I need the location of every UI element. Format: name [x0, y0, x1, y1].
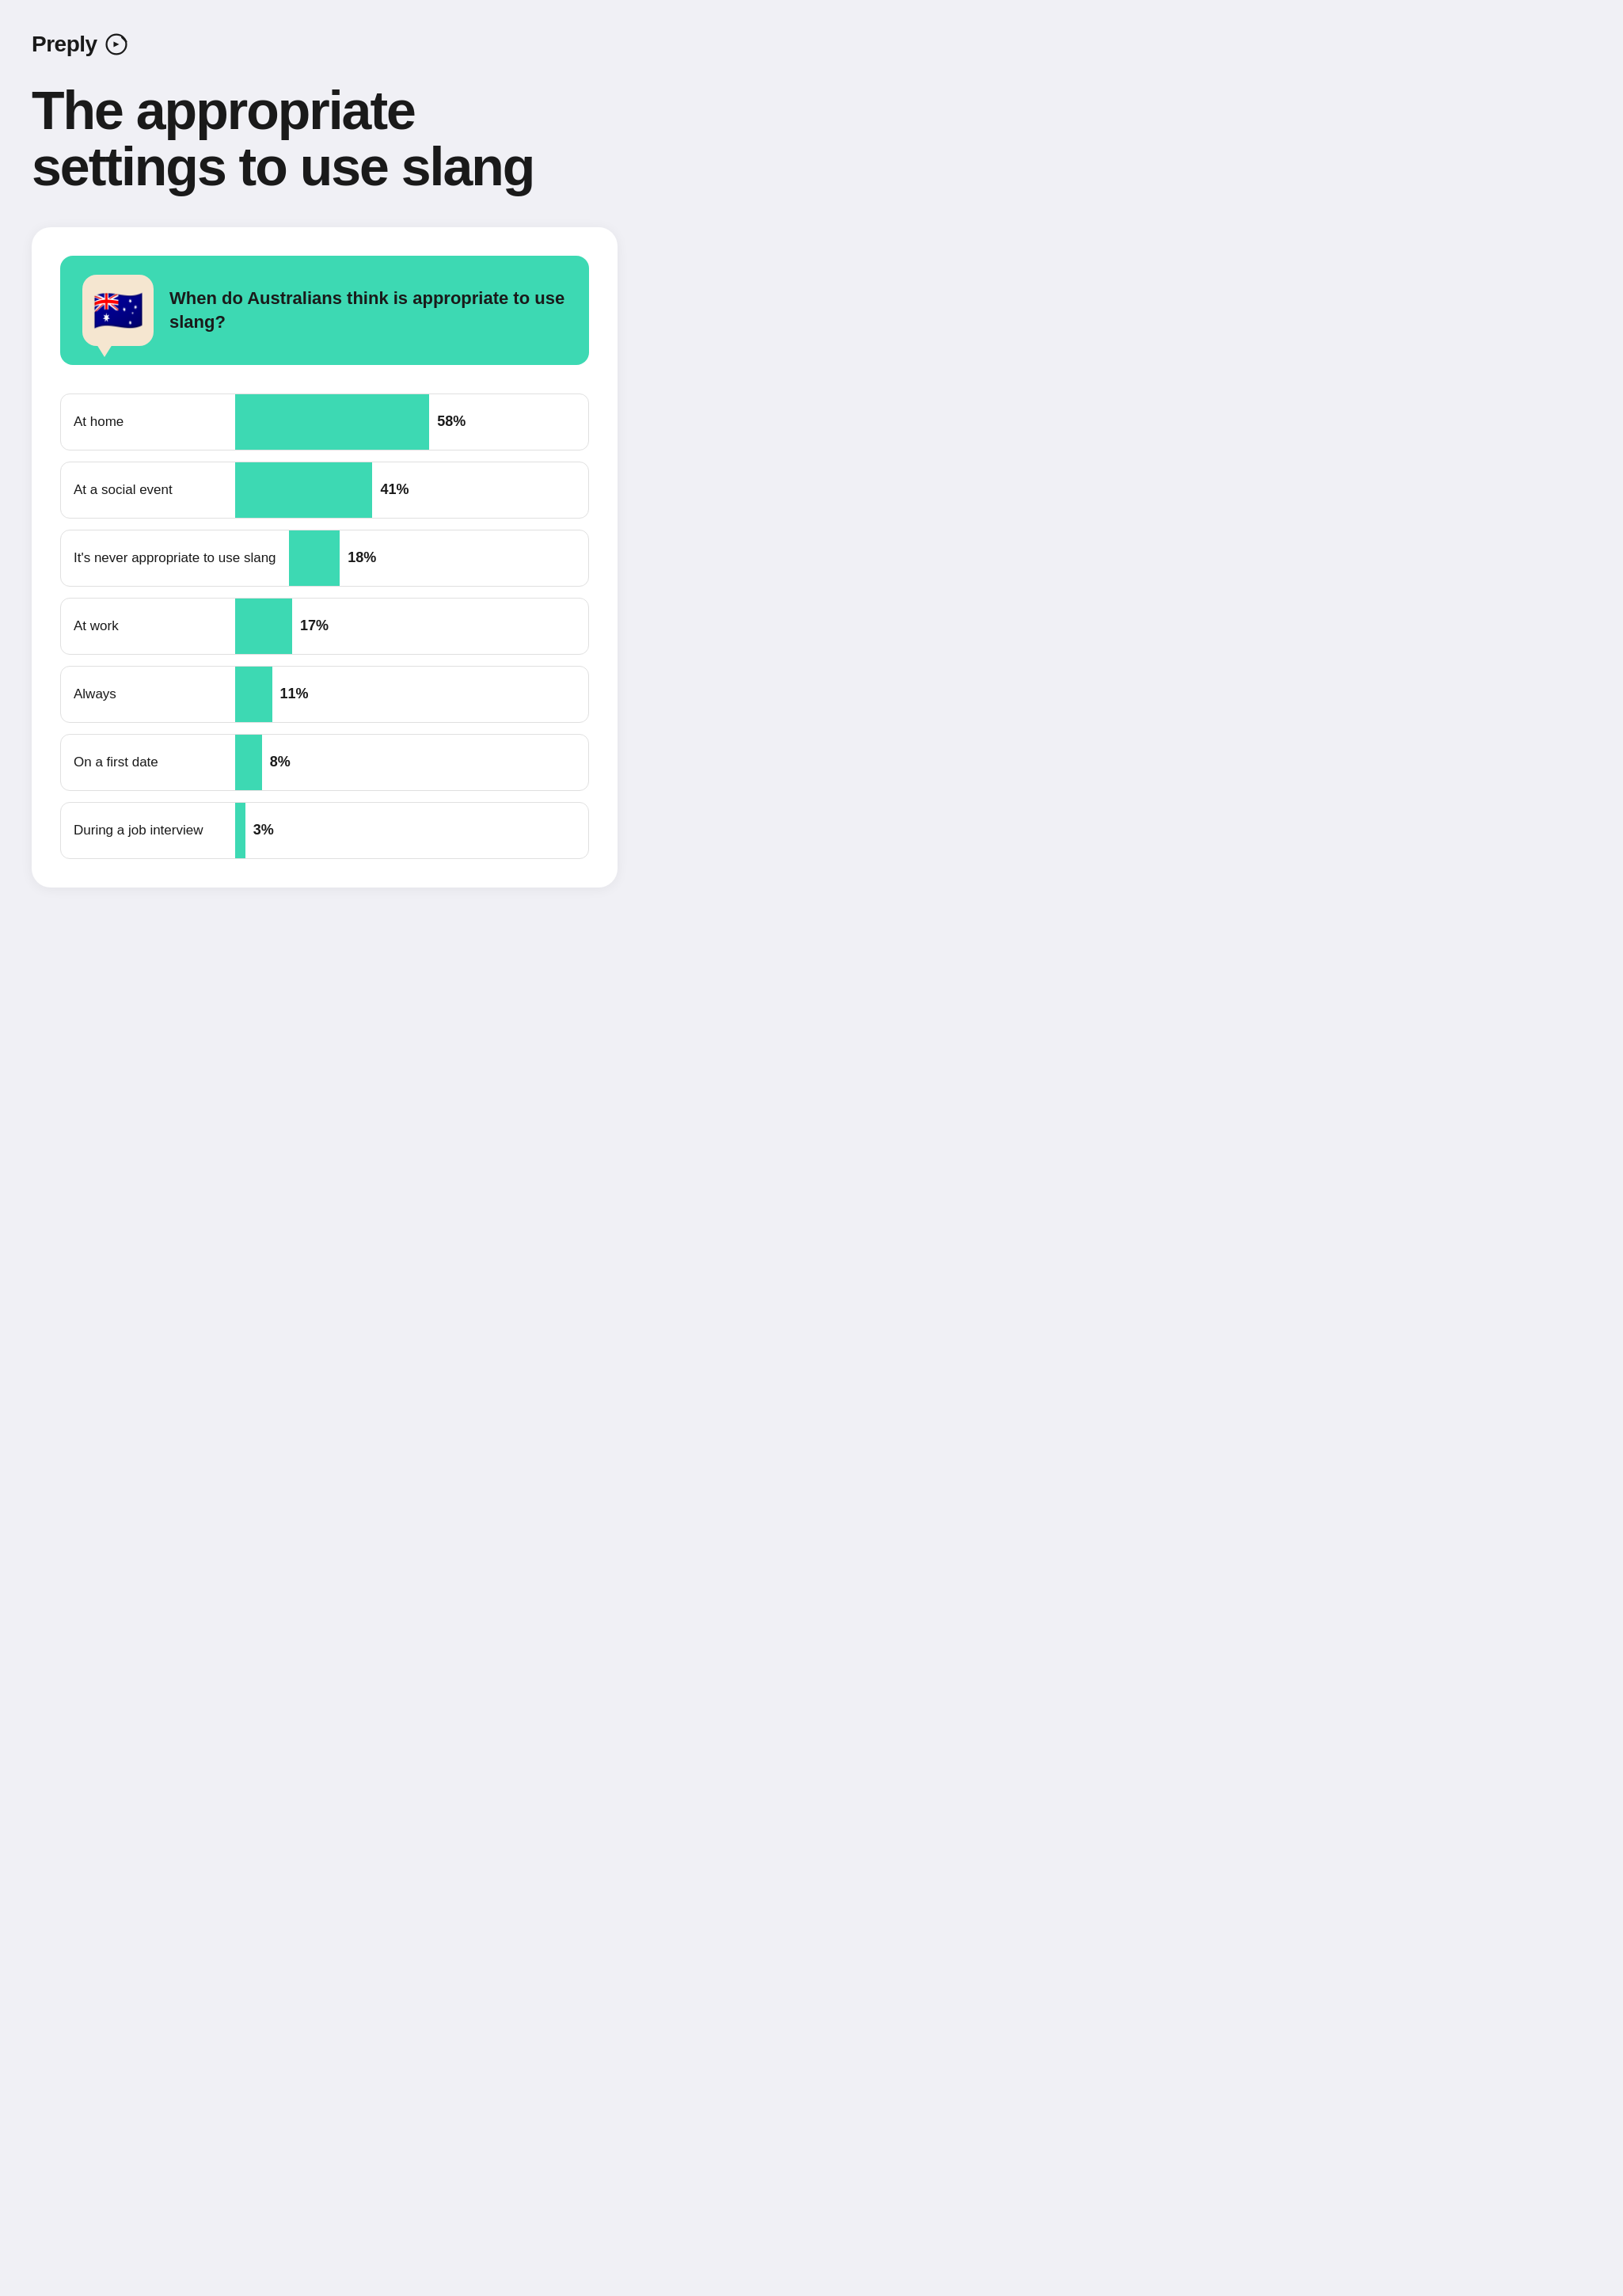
bar-value-2: 18%: [348, 549, 376, 566]
bar-fill-3: [235, 599, 292, 654]
bar-track-4: 11%: [235, 667, 588, 722]
bar-row: At work 17%: [60, 598, 589, 655]
bar-label-3: At work: [61, 608, 235, 644]
bar-track-3: 17%: [235, 599, 588, 654]
bar-track-5: 8%: [235, 735, 588, 790]
bar-row: It's never appropriate to use slang 18%: [60, 530, 589, 587]
bars-container: At home 58% At a social event 41% It's n…: [60, 393, 589, 859]
bar-value-6: 3%: [253, 822, 274, 838]
bar-label-6: During a job interview: [61, 812, 235, 849]
bar-label-1: At a social event: [61, 472, 235, 508]
bar-fill-0: [235, 394, 429, 450]
bar-row: During a job interview 3%: [60, 802, 589, 859]
bar-row: At home 58%: [60, 393, 589, 450]
bar-track-0: 58%: [235, 394, 588, 450]
logo-area: Preply: [32, 32, 618, 57]
bar-value-1: 41%: [380, 481, 409, 498]
main-title: The appropriate settings to use slang: [32, 82, 618, 196]
question-banner: 🇦🇺 When do Australians think is appropri…: [60, 256, 589, 365]
bar-row: On a first date 8%: [60, 734, 589, 791]
bar-fill-6: [235, 803, 245, 858]
bar-fill-1: [235, 462, 372, 518]
bar-fill-5: [235, 735, 262, 790]
bar-value-4: 11%: [280, 686, 309, 702]
bar-row: At a social event 41%: [60, 462, 589, 519]
bar-value-0: 58%: [437, 413, 466, 430]
question-text: When do Australians think is appropriate…: [169, 287, 567, 333]
bar-value-3: 17%: [300, 618, 329, 634]
flag-bubble: 🇦🇺: [82, 275, 154, 346]
bar-value-5: 8%: [270, 754, 291, 770]
logo-text: Preply: [32, 32, 97, 57]
bar-track-1: 41%: [235, 462, 588, 518]
bar-track-6: 3%: [235, 803, 588, 858]
bar-track-2: 18%: [289, 530, 588, 586]
preply-logo-icon: [104, 32, 129, 57]
flag-emoji: 🇦🇺: [93, 290, 144, 331]
card: 🇦🇺 When do Australians think is appropri…: [32, 227, 618, 888]
bar-label-5: On a first date: [61, 744, 235, 781]
bar-fill-2: [289, 530, 340, 586]
bar-row: Always 11%: [60, 666, 589, 723]
bar-fill-4: [235, 667, 272, 722]
bar-label-2: It's never appropriate to use slang: [61, 540, 289, 576]
bar-label-0: At home: [61, 404, 235, 440]
bar-label-4: Always: [61, 676, 235, 713]
